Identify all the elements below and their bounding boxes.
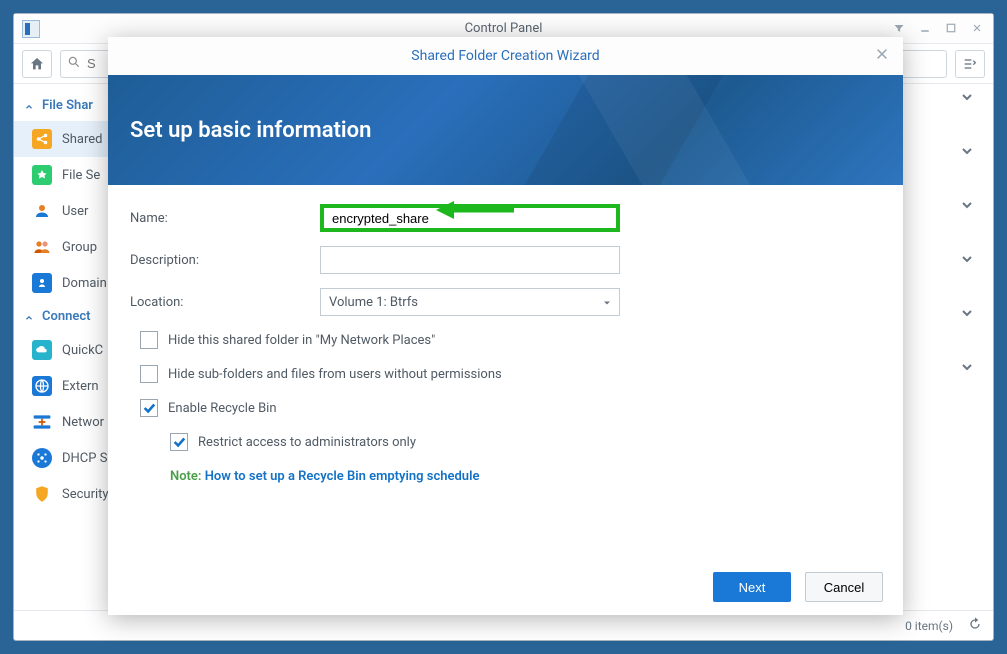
restrict-admin-checkbox[interactable]	[170, 433, 188, 451]
window-minimize-button[interactable]	[913, 18, 937, 38]
domain-icon	[32, 273, 52, 293]
next-button[interactable]: Next	[713, 572, 791, 602]
sidebar-category-label: Connect	[42, 309, 91, 324]
sidebar-item-label: Shared	[62, 132, 102, 147]
checkbox-label: Restrict access to administrators only	[198, 435, 416, 450]
note-prefix: Note:	[170, 469, 205, 484]
shared-folder-wizard-dialog: Shared Folder Creation Wizard Set up bas…	[108, 37, 903, 615]
location-select-value: Volume 1: Btrfs	[329, 295, 418, 310]
form-row-name: Name:	[130, 201, 881, 235]
cloud-icon	[32, 340, 52, 360]
globe-icon	[32, 376, 52, 396]
shield-icon	[32, 484, 52, 504]
group-icon	[32, 237, 52, 257]
form-row-description: Description:	[130, 243, 881, 277]
form-row-location: Location: Volume 1: Btrfs	[130, 285, 881, 319]
sidebar-item-label: DHCP S	[62, 451, 107, 466]
section-chevron[interactable]	[959, 197, 975, 217]
checkbox-row-recycle-bin: Enable Recycle Bin	[130, 395, 881, 421]
section-chevron[interactable]	[959, 89, 975, 109]
user-icon	[32, 201, 52, 221]
location-label: Location:	[130, 295, 320, 310]
hide-network-checkbox[interactable]	[140, 331, 158, 349]
sidebar-item-label: Group	[62, 240, 97, 255]
sidebar-item-label: File Se	[62, 168, 100, 183]
sidebar-item-label: User	[62, 204, 88, 219]
network-icon	[32, 412, 52, 432]
location-select[interactable]: Volume 1: Btrfs	[320, 288, 620, 316]
refresh-button[interactable]	[967, 616, 983, 635]
name-input[interactable]	[320, 204, 620, 232]
section-chevron[interactable]	[959, 251, 975, 271]
window-maximize-button[interactable]	[939, 18, 963, 38]
recycle-note: Note: How to set up a Recycle Bin emptyi…	[130, 463, 881, 484]
name-label: Name:	[130, 211, 320, 226]
dialog-body: Name: Description: Location: Volume 1: B…	[108, 185, 903, 559]
dialog-footer: Next Cancel	[108, 559, 903, 615]
chevron-up-icon	[24, 312, 34, 322]
section-toggles	[959, 89, 975, 379]
sidebar-item-label: Security	[62, 487, 109, 502]
sidebar-item-label: Extern	[62, 379, 99, 394]
enable-recycle-bin-checkbox[interactable]	[140, 399, 158, 417]
search-icon	[67, 55, 81, 73]
sidebar-item-label: Domain	[62, 276, 107, 291]
dialog-close-button[interactable]	[875, 47, 893, 65]
hide-subfolders-checkbox[interactable]	[140, 365, 158, 383]
section-chevron[interactable]	[959, 359, 975, 379]
dialog-titlebar: Shared Folder Creation Wizard	[108, 37, 903, 75]
item-count-text: 0 item(s)	[905, 619, 953, 633]
dialog-header-title: Set up basic information	[130, 118, 371, 143]
recycle-schedule-link[interactable]: How to set up a Recycle Bin emptying sch…	[205, 469, 480, 484]
checkbox-row-hide-network: Hide this shared folder in "My Network P…	[130, 327, 881, 353]
description-label: Description:	[130, 253, 320, 268]
sidebar-item-label: Networ	[62, 415, 104, 430]
window-title: Control Panel	[14, 21, 993, 36]
file-services-icon	[32, 165, 52, 185]
description-input[interactable]	[320, 246, 620, 274]
checkbox-label: Enable Recycle Bin	[168, 401, 277, 416]
sidebar-item-label: QuickC	[62, 343, 103, 358]
home-button[interactable]	[22, 50, 52, 78]
checkbox-row-hide-subfolders: Hide sub-folders and files from users wi…	[130, 361, 881, 387]
dialog-title: Shared Folder Creation Wizard	[411, 48, 599, 64]
window-filter-button[interactable]	[887, 18, 911, 38]
shared-folder-icon	[32, 129, 52, 149]
dhcp-icon	[32, 448, 52, 468]
sidebar-category-label: File Shar	[42, 98, 93, 113]
checkbox-label: Hide this shared folder in "My Network P…	[168, 333, 435, 348]
section-chevron[interactable]	[959, 143, 975, 163]
view-toggle-button[interactable]	[955, 50, 985, 78]
chevron-down-icon	[601, 297, 613, 313]
checkbox-row-restrict-admin: Restrict access to administrators only	[130, 429, 881, 455]
chevron-up-icon	[24, 101, 34, 111]
dialog-header-banner: Set up basic information	[108, 75, 903, 185]
window-close-button[interactable]	[965, 18, 989, 38]
cancel-button[interactable]: Cancel	[805, 572, 883, 602]
window-controls	[887, 18, 989, 38]
checkbox-label: Hide sub-folders and files from users wi…	[168, 367, 502, 382]
section-chevron[interactable]	[959, 305, 975, 325]
